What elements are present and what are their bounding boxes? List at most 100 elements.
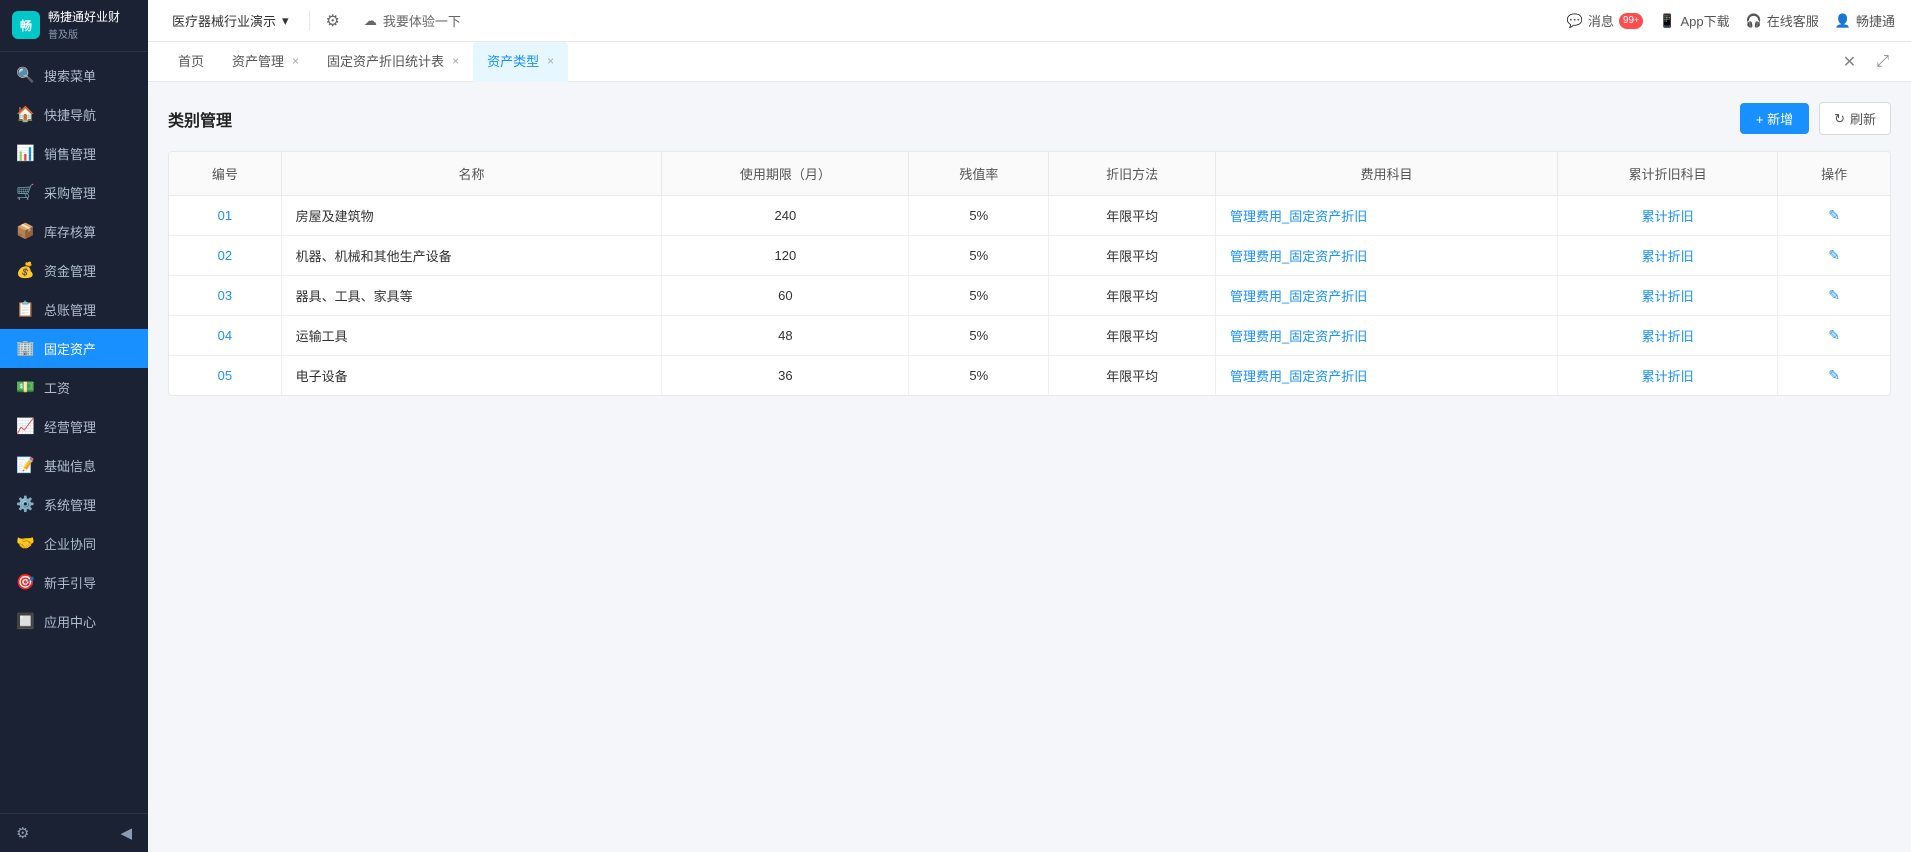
expand-button[interactable]: ⤢ — [1870, 50, 1895, 74]
refresh-label: 刷新 — [1850, 109, 1876, 128]
edit-icon[interactable]: ✎ — [1828, 207, 1840, 223]
sidebar-item-inventory[interactable]: 📦 库存核算 — [0, 212, 148, 251]
cell-cumulative_subject: 累计折旧 — [1558, 236, 1778, 276]
tab-home[interactable]: 首页 — [164, 42, 218, 82]
sidebar-label-base-info: 基础信息 — [44, 456, 96, 475]
sidebar-item-search[interactable]: 🔍 搜索菜单 — [0, 56, 148, 95]
sidebar-item-base-info[interactable]: 📝 基础信息 — [0, 446, 148, 485]
edit-icon[interactable]: ✎ — [1828, 287, 1840, 303]
cell-cumulative_subject: 累计折旧 — [1558, 356, 1778, 396]
tab-close-asset-type[interactable]: × — [547, 54, 554, 68]
tab-close-depreciation-table[interactable]: × — [452, 54, 459, 68]
col-header-duration: 使用期限（月） — [662, 152, 909, 196]
cell-action[interactable]: ✎ — [1778, 316, 1890, 356]
experience-label: 我要体验一下 — [383, 11, 461, 30]
edit-icon[interactable]: ✎ — [1828, 367, 1840, 383]
tab-label-asset-mgmt: 资产管理 — [232, 51, 284, 70]
sidebar-icon-purchase: 🛒 — [16, 183, 34, 201]
topbar-experience[interactable]: ☁ 我要体验一下 — [364, 11, 461, 30]
col-header-residual_rate: 残值率 — [909, 152, 1049, 196]
tabsbar: 首页资产管理×固定资产折旧统计表×资产类型× ✕ ⤢ — [148, 42, 1911, 82]
sidebar-label-enterprise: 企业协同 — [44, 534, 96, 553]
collapse-icon[interactable]: ◀ — [120, 824, 132, 842]
col-header-code: 编号 — [169, 152, 281, 196]
cell-residual_rate: 5% — [909, 236, 1049, 276]
sidebar-icon-capital: 💰 — [16, 261, 34, 279]
sidebar-item-purchase[interactable]: 🛒 采购管理 — [0, 173, 148, 212]
topbar-user[interactable]: 👤 畅捷通 — [1835, 11, 1895, 30]
col-header-cumulative_subject: 累计折旧科目 — [1558, 152, 1778, 196]
user-icon: 👤 — [1835, 13, 1851, 29]
sidebar-item-capital[interactable]: 💰 资金管理 — [0, 251, 148, 290]
cell-action[interactable]: ✎ — [1778, 276, 1890, 316]
close-tab-button[interactable]: ✕ — [1837, 50, 1862, 74]
edit-icon[interactable]: ✎ — [1828, 247, 1840, 263]
sidebar-item-guide[interactable]: 🎯 新手引导 — [0, 563, 148, 602]
app-selector[interactable]: 医疗器械行业演示 ▾ — [164, 7, 297, 34]
refresh-button[interactable]: ↻ 刷新 — [1819, 102, 1891, 135]
tab-close-asset-mgmt[interactable]: × — [292, 54, 299, 68]
sidebar-item-enterprise[interactable]: 🤝 企业协同 — [0, 524, 148, 563]
app-subtitle: 普及版 — [48, 26, 120, 41]
cell-name: 机器、机械和其他生产设备 — [281, 236, 662, 276]
tab-label-depreciation-table: 固定资产折旧统计表 — [327, 51, 444, 70]
sidebar-item-sales[interactable]: 📊 销售管理 — [0, 134, 148, 173]
cell-depreciation_method: 年限平均 — [1049, 316, 1216, 356]
support-icon: 🎧 — [1746, 13, 1762, 29]
sidebar-footer: ⚙ ◀ — [0, 813, 148, 852]
cell-action[interactable]: ✎ — [1778, 356, 1890, 396]
sidebar-icon-sales: 📊 — [16, 144, 34, 162]
username-label: 畅捷通 — [1856, 11, 1895, 30]
cell-code: 03 — [169, 276, 281, 316]
tab-asset-type[interactable]: 资产类型× — [473, 42, 568, 82]
sidebar-item-payroll[interactable]: 💵 工资 — [0, 368, 148, 407]
col-header-expense_subject: 费用科目 — [1216, 152, 1558, 196]
cloud-icon: ☁ — [364, 13, 377, 29]
asset-type-table: 编号名称使用期限（月）残值率折旧方法费用科目累计折旧科目操作 01房屋及建筑物2… — [169, 152, 1890, 395]
sidebar-item-ledger[interactable]: 📋 总账管理 — [0, 290, 148, 329]
sidebar-item-operations[interactable]: 📈 经营管理 — [0, 407, 148, 446]
cell-depreciation_method: 年限平均 — [1049, 276, 1216, 316]
tab-depreciation-table[interactable]: 固定资产折旧统计表 × — [313, 42, 473, 82]
table-row: 02机器、机械和其他生产设备1205%年限平均管理费用_固定资产折旧累计折旧✎ — [169, 236, 1890, 276]
sidebar-label-sales: 销售管理 — [44, 144, 96, 163]
table-body: 01房屋及建筑物2405%年限平均管理费用_固定资产折旧累计折旧✎02机器、机械… — [169, 196, 1890, 396]
add-button[interactable]: + 新增 — [1740, 103, 1809, 134]
table-row: 01房屋及建筑物2405%年限平均管理费用_固定资产折旧累计折旧✎ — [169, 196, 1890, 236]
topbar-online-support[interactable]: 🎧 在线客服 — [1746, 11, 1819, 30]
cell-code: 01 — [169, 196, 281, 236]
sidebar-nav: 🔍 搜索菜单 🏠 快捷导航 📊 销售管理 🛒 采购管理 📦 库存核算 💰 资金管… — [0, 52, 148, 813]
topbar: 医疗器械行业演示 ▾ ⚙ ☁ 我要体验一下 💬 消息 99+ 📱 App下载 🎧… — [148, 0, 1911, 42]
topbar-app-download[interactable]: 📱 App下载 — [1659, 11, 1729, 30]
cell-duration: 48 — [662, 316, 909, 356]
topbar-divider — [309, 11, 310, 31]
tab-label-home: 首页 — [178, 51, 204, 70]
sidebar-label-purchase: 采购管理 — [44, 183, 96, 202]
sidebar-item-app-center[interactable]: 🔲 应用中心 — [0, 602, 148, 641]
cell-cumulative_subject: 累计折旧 — [1558, 276, 1778, 316]
cell-name: 运输工具 — [281, 316, 662, 356]
cell-residual_rate: 5% — [909, 276, 1049, 316]
table-header: 编号名称使用期限（月）残值率折旧方法费用科目累计折旧科目操作 — [169, 152, 1890, 196]
asset-type-table-wrapper: 编号名称使用期限（月）残值率折旧方法费用科目累计折旧科目操作 01房屋及建筑物2… — [168, 151, 1891, 396]
cell-action[interactable]: ✎ — [1778, 196, 1890, 236]
tab-asset-mgmt[interactable]: 资产管理 × — [218, 42, 313, 82]
sidebar-item-fixed-assets[interactable]: 🏢 固定资产 — [0, 329, 148, 368]
sidebar-item-system[interactable]: ⚙️ 系统管理 — [0, 485, 148, 524]
topbar-settings-icon[interactable]: ⚙ — [322, 7, 344, 35]
table-row: 05电子设备365%年限平均管理费用_固定资产折旧累计折旧✎ — [169, 356, 1890, 396]
topbar-messages[interactable]: 💬 消息 99+ — [1567, 11, 1644, 30]
sidebar-icon-ledger: 📋 — [16, 300, 34, 318]
edit-icon[interactable]: ✎ — [1828, 327, 1840, 343]
sidebar-label-guide: 新手引导 — [44, 573, 96, 592]
settings-icon[interactable]: ⚙ — [16, 824, 29, 842]
message-badge: 99+ — [1619, 13, 1643, 29]
sidebar-icon-system: ⚙️ — [16, 495, 34, 513]
cell-depreciation_method: 年限平均 — [1049, 196, 1216, 236]
sidebar-label-operations: 经营管理 — [44, 417, 96, 436]
cell-code: 04 — [169, 316, 281, 356]
table-row: 04运输工具485%年限平均管理费用_固定资产折旧累计折旧✎ — [169, 316, 1890, 356]
sidebar-item-quick-nav[interactable]: 🏠 快捷导航 — [0, 95, 148, 134]
cell-action[interactable]: ✎ — [1778, 236, 1890, 276]
col-header-action: 操作 — [1778, 152, 1890, 196]
